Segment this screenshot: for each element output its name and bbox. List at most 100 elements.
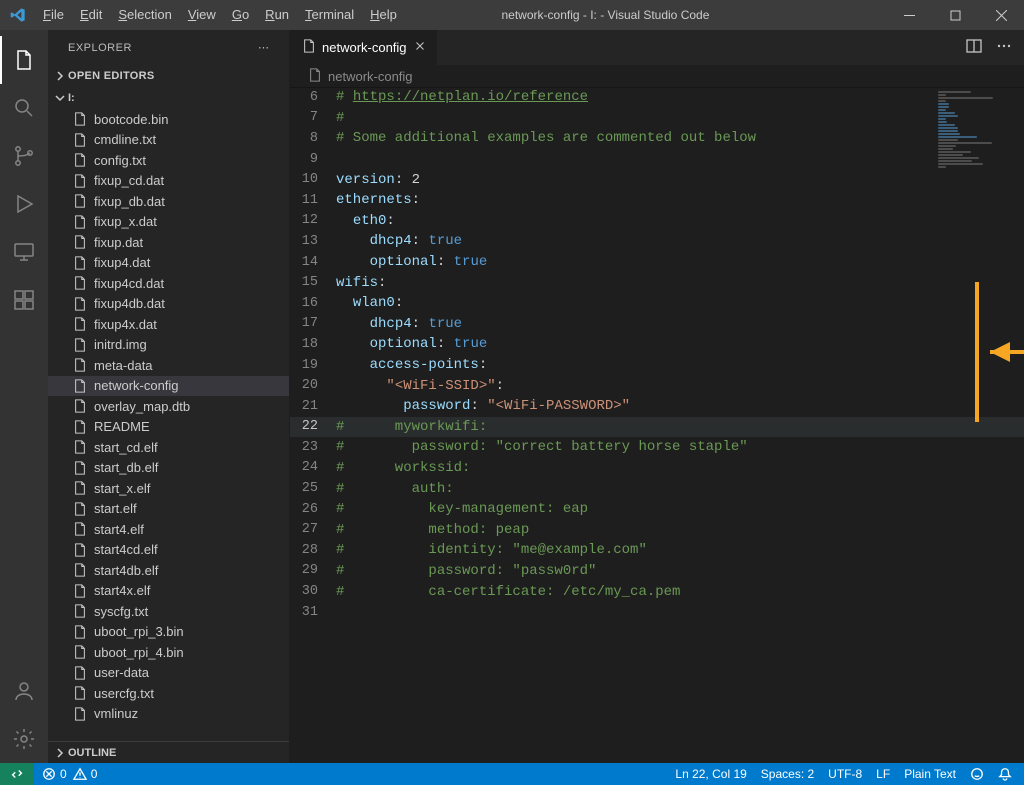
breadcrumb[interactable]: network-config [290,65,1024,87]
code-line[interactable]: 11ethernets: [290,190,1024,211]
file-item[interactable]: start_x.elf [48,478,289,499]
file-item[interactable]: fixup.dat [48,232,289,253]
menu-terminal[interactable]: Terminal [297,0,362,30]
split-editor-icon[interactable] [966,38,982,57]
status-encoding[interactable]: UTF-8 [828,767,862,781]
code-line[interactable]: 14 optional: true [290,252,1024,273]
code-line[interactable]: 7# [290,108,1024,129]
activity-remote-explorer-icon[interactable] [0,228,48,276]
status-cursor-position[interactable]: Ln 22, Col 19 [675,767,746,781]
code-line[interactable]: 29# password: "passw0rd" [290,561,1024,582]
menu-edit[interactable]: Edit [72,0,110,30]
code-line[interactable]: 9 [290,149,1024,170]
file-item[interactable]: config.txt [48,150,289,171]
file-item[interactable]: user-data [48,663,289,684]
explorer-more-icon[interactable]: ⋯ [258,41,271,54]
file-item[interactable]: start_db.elf [48,458,289,479]
code-line[interactable]: 24# workssid: [290,458,1024,479]
menu-file[interactable]: File [35,0,72,30]
menu-view[interactable]: View [180,0,224,30]
file-item[interactable]: README [48,417,289,438]
file-item[interactable]: fixup4cd.dat [48,273,289,294]
code-line[interactable]: 17 dhcp4: true [290,314,1024,335]
file-item[interactable]: start_cd.elf [48,437,289,458]
activity-settings-icon[interactable] [0,715,48,763]
file-item[interactable]: start.elf [48,499,289,520]
code-line[interactable]: 8# Some additional examples are commente… [290,128,1024,149]
code-line[interactable]: 18 optional: true [290,334,1024,355]
code-line[interactable]: 22# myworkwifi: [290,417,1024,438]
file-item[interactable]: start4db.elf [48,560,289,581]
line-number: 15 [290,275,336,290]
status-bell-icon[interactable] [998,767,1012,781]
status-eol[interactable]: LF [876,767,890,781]
status-feedback-icon[interactable] [970,767,984,781]
minimap[interactable] [938,91,1010,757]
file-item[interactable]: network-config [48,376,289,397]
window-maximize-button[interactable] [932,0,978,30]
code-line[interactable]: 10version: 2 [290,169,1024,190]
activity-source-control-icon[interactable] [0,132,48,180]
code-line[interactable]: 12 eth0: [290,211,1024,232]
status-remote-button[interactable] [0,763,34,785]
file-item[interactable]: uboot_rpi_4.bin [48,642,289,663]
file-item[interactable]: fixup4x.dat [48,314,289,335]
file-item[interactable]: bootcode.bin [48,109,289,130]
code-line[interactable]: 26# key-management: eap [290,499,1024,520]
file-item[interactable]: vmlinuz [48,704,289,725]
menu-selection[interactable]: Selection [110,0,179,30]
file-item[interactable]: start4cd.elf [48,540,289,561]
code-editor[interactable]: 6# https://netplan.io/reference7#8# Some… [290,87,1024,763]
menu-run[interactable]: Run [257,0,297,30]
code-line[interactable]: 25# auth: [290,478,1024,499]
status-errors[interactable]: 0 [42,767,67,781]
file-item[interactable]: start4.elf [48,519,289,540]
code-line[interactable]: 23# password: "correct battery horse sta… [290,437,1024,458]
code-line[interactable]: 28# identity: "me@example.com" [290,540,1024,561]
status-warnings[interactable]: 0 [73,767,98,781]
activity-explorer-icon[interactable] [0,36,48,84]
file-icon [72,132,88,148]
file-item[interactable]: fixup_db.dat [48,191,289,212]
tab-close-icon[interactable] [413,39,427,56]
tab-network-config[interactable]: network-config [290,30,438,65]
window-minimize-button[interactable] [886,0,932,30]
file-item[interactable]: fixup4.dat [48,253,289,274]
file-label: cmdline.txt [94,132,156,147]
file-item[interactable]: fixup_x.dat [48,212,289,233]
file-item[interactable]: cmdline.txt [48,130,289,151]
status-indent[interactable]: Spaces: 2 [761,767,814,781]
menu-go[interactable]: Go [224,0,257,30]
folder-section[interactable]: I: [48,87,289,109]
open-editors-section[interactable]: OPEN EDITORS [48,65,289,87]
file-item[interactable]: uboot_rpi_3.bin [48,622,289,643]
code-line[interactable]: 15wifis: [290,272,1024,293]
file-item[interactable]: start4x.elf [48,581,289,602]
file-icon [308,68,322,85]
file-item[interactable]: fixup_cd.dat [48,171,289,192]
outline-section[interactable]: OUTLINE [48,741,289,763]
code-line[interactable]: 27# method: peap [290,519,1024,540]
file-item[interactable]: overlay_map.dtb [48,396,289,417]
file-item[interactable]: usercfg.txt [48,683,289,704]
code-line[interactable]: 20 "<WiFi-SSID>": [290,375,1024,396]
activity-extensions-icon[interactable] [0,276,48,324]
file-item[interactable]: fixup4db.dat [48,294,289,315]
file-item[interactable]: meta-data [48,355,289,376]
status-language[interactable]: Plain Text [904,767,956,781]
activity-accounts-icon[interactable] [0,667,48,715]
menu-help[interactable]: Help [362,0,405,30]
activity-search-icon[interactable] [0,84,48,132]
code-line[interactable]: 19 access-points: [290,355,1024,376]
file-item[interactable]: initrd.img [48,335,289,356]
code-line[interactable]: 31 [290,602,1024,623]
code-line[interactable]: 16 wlan0: [290,293,1024,314]
editor-more-icon[interactable] [996,38,1012,57]
code-line[interactable]: 21 password: "<WiFi-PASSWORD>" [290,396,1024,417]
activity-run-debug-icon[interactable] [0,180,48,228]
window-close-button[interactable] [978,0,1024,30]
code-line[interactable]: 30# ca-certificate: /etc/my_ca.pem [290,581,1024,602]
code-line[interactable]: 6# https://netplan.io/reference [290,87,1024,108]
file-item[interactable]: syscfg.txt [48,601,289,622]
code-line[interactable]: 13 dhcp4: true [290,231,1024,252]
